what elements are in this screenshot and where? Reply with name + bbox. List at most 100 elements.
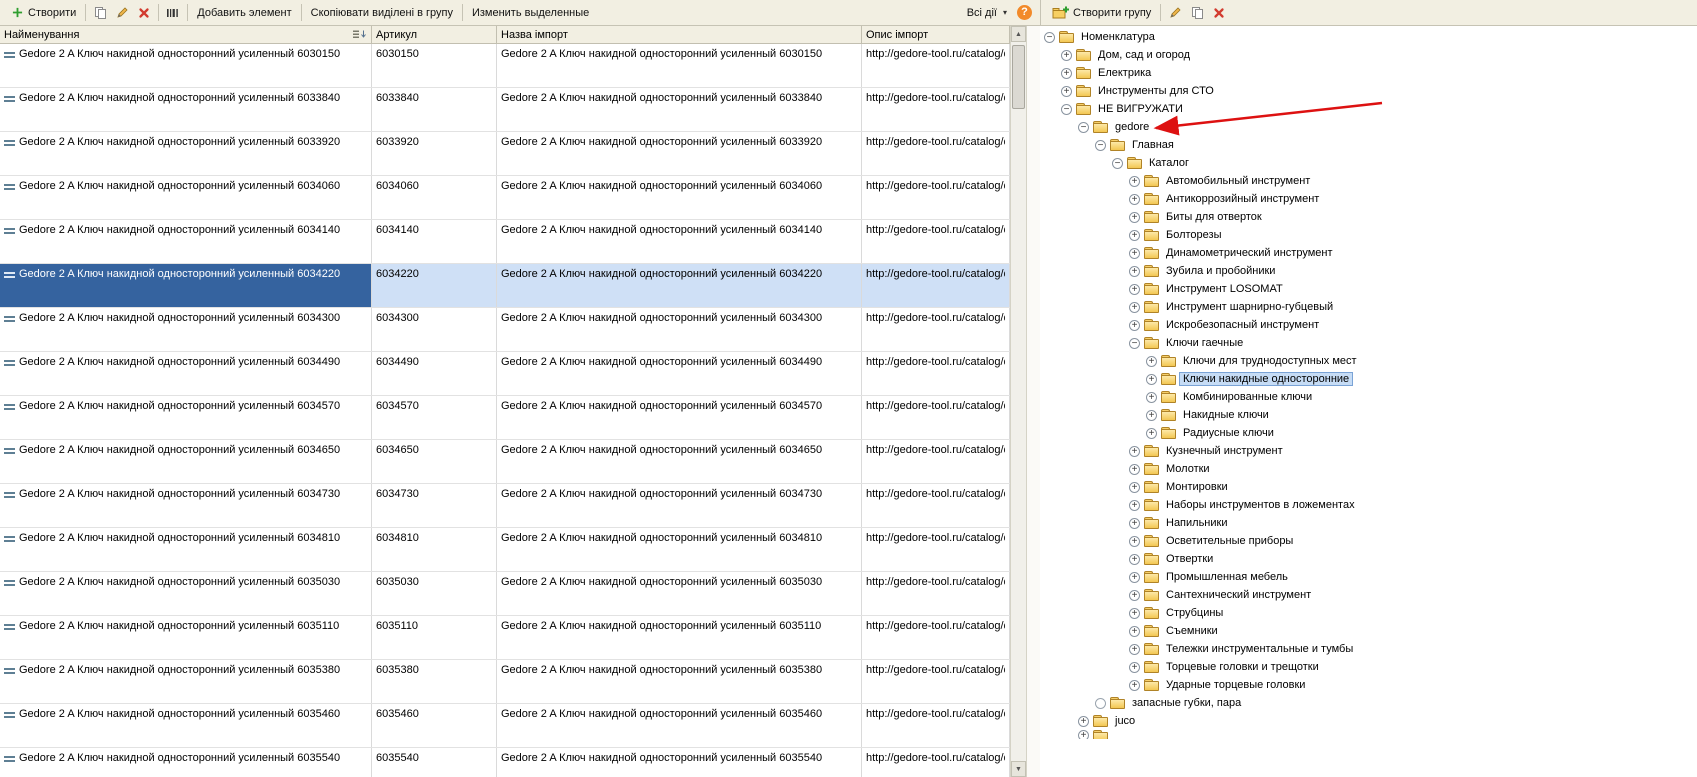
cell-import-desc[interactable]: http://gedore-tool.ru/catalog/d... <box>862 484 1010 527</box>
edit-selected-button[interactable]: Изменить выделенные <box>466 4 595 22</box>
cell-import-desc[interactable]: http://gedore-tool.ru/catalog/d... <box>862 572 1010 615</box>
tree-item[interactable]: + Наборы инструментов в ложементах <box>1040 496 1697 514</box>
expand-icon[interactable]: + <box>1129 535 1140 547</box>
expand-icon[interactable]: + <box>1129 607 1140 619</box>
copy-selected-to-group-button[interactable]: Скопіювати виділені в групу <box>305 4 459 22</box>
tree-item[interactable]: + Кузнечный инструмент <box>1040 442 1697 460</box>
histogram-button[interactable] <box>162 3 184 23</box>
tree-item[interactable]: + Динамометрический инструмент <box>1040 244 1697 262</box>
cell-import-desc[interactable]: http://gedore-tool.ru/catalog/d... <box>862 220 1010 263</box>
cell-article[interactable]: 6035380 <box>372 660 497 703</box>
cell-import-desc[interactable]: http://gedore-tool.ru/catalog/d... <box>862 396 1010 439</box>
cell-name[interactable]: Gedore 2 A Ключ накидной односторонний у… <box>0 352 372 395</box>
cell-name[interactable]: Gedore 2 A Ключ накидной односторонний у… <box>0 308 372 351</box>
cell-name[interactable]: Gedore 2 A Ключ накидной односторонний у… <box>0 44 372 87</box>
cell-import-name[interactable]: Gedore 2 A Ключ накидной односторонний у… <box>497 572 862 615</box>
cell-import-name[interactable]: Gedore 2 A Ключ накидной односторонний у… <box>497 220 862 263</box>
cell-import-name[interactable]: Gedore 2 A Ключ накидной односторонний у… <box>497 440 862 483</box>
panel-splitter[interactable] <box>1027 26 1040 777</box>
tree-item[interactable]: + Инструмент LOSOMAT <box>1040 280 1697 298</box>
expand-icon[interactable]: + <box>1129 229 1140 241</box>
cell-name[interactable]: Gedore 2 A Ключ накидной односторонний у… <box>0 704 372 747</box>
column-header-name[interactable]: Найменування <box>0 26 372 43</box>
tree-item[interactable]: + Ключи накидные односторонние <box>1040 370 1697 388</box>
cell-article[interactable]: 6034490 <box>372 352 497 395</box>
cell-import-name[interactable]: Gedore 2 A Ключ накидной односторонний у… <box>497 704 862 747</box>
scrollbar-thumb[interactable] <box>1012 45 1025 109</box>
cell-import-name[interactable]: Gedore 2 A Ключ накидной односторонний у… <box>497 264 862 307</box>
tree-item[interactable]: + Осветительные приборы <box>1040 532 1697 550</box>
cell-import-name[interactable]: Gedore 2 A Ключ накидной односторонний у… <box>497 616 862 659</box>
table-row[interactable]: Gedore 2 A Ключ накидной односторонний у… <box>0 528 1010 572</box>
expand-icon[interactable]: + <box>1129 211 1140 223</box>
cell-import-name[interactable]: Gedore 2 A Ключ накидной односторонний у… <box>497 484 862 527</box>
collapse-icon[interactable]: − <box>1112 157 1123 169</box>
delete-item-button[interactable] <box>133 3 155 23</box>
cell-article[interactable]: 6034650 <box>372 440 497 483</box>
cell-name[interactable]: Gedore 2 A Ключ накидной односторонний у… <box>0 440 372 483</box>
cell-import-name[interactable]: Gedore 2 A Ключ накидной односторонний у… <box>497 176 862 219</box>
tree-item[interactable]: − Каталог <box>1040 154 1697 172</box>
expand-icon[interactable]: + <box>1146 427 1157 439</box>
cell-name[interactable]: Gedore 2 A Ключ накидной односторонний у… <box>0 528 372 571</box>
copy-group-button[interactable] <box>1186 3 1208 23</box>
cell-import-desc[interactable]: http://gedore-tool.ru/catalog/d... <box>862 264 1010 307</box>
cell-import-desc[interactable]: http://gedore-tool.ru/catalog/d... <box>862 132 1010 175</box>
table-row[interactable]: Gedore 2 A Ключ накидной односторонний у… <box>0 44 1010 88</box>
table-row[interactable]: Gedore 2 A Ключ накидной односторонний у… <box>0 88 1010 132</box>
tree-item[interactable]: − НЕ ВИГРУЖАТИ <box>1040 100 1697 118</box>
cell-name[interactable]: Gedore 2 A Ключ накидной односторонний у… <box>0 396 372 439</box>
tree-item[interactable]: − Ключи гаечные <box>1040 334 1697 352</box>
expand-icon[interactable]: + <box>1129 481 1140 493</box>
expand-icon[interactable]: + <box>1146 409 1157 421</box>
edit-group-button[interactable] <box>1164 3 1186 23</box>
cell-name[interactable]: Gedore 2 A Ключ накидной односторонний у… <box>0 748 372 777</box>
expand-icon[interactable]: + <box>1129 175 1140 187</box>
tree-item[interactable]: + Накидные ключи <box>1040 406 1697 424</box>
expand-icon[interactable]: + <box>1129 679 1140 691</box>
expand-icon[interactable]: + <box>1129 463 1140 475</box>
expand-icon[interactable]: + <box>1129 643 1140 655</box>
table-row[interactable]: Gedore 2 A Ключ накидной односторонний у… <box>0 396 1010 440</box>
cell-import-desc[interactable]: http://gedore-tool.ru/catalog/d... <box>862 660 1010 703</box>
cell-import-desc[interactable]: http://gedore-tool.ru/catalog/d... <box>862 528 1010 571</box>
expand-icon[interactable]: + <box>1129 625 1140 637</box>
table-row[interactable]: Gedore 2 A Ключ накидной односторонний у… <box>0 660 1010 704</box>
table-row[interactable]: Gedore 2 A Ключ накидной односторонний у… <box>0 704 1010 748</box>
cell-article[interactable]: 6035540 <box>372 748 497 777</box>
cell-import-name[interactable]: Gedore 2 A Ключ накидной односторонний у… <box>497 44 862 87</box>
tree-item[interactable]: + Отвертки <box>1040 550 1697 568</box>
expand-icon[interactable]: + <box>1061 49 1072 61</box>
cell-import-name[interactable]: Gedore 2 A Ключ накидной односторонний у… <box>497 396 862 439</box>
add-element-button[interactable]: Добавить элемент <box>191 4 297 22</box>
tree-item[interactable]: + Напильники <box>1040 514 1697 532</box>
expand-icon[interactable]: + <box>1129 283 1140 295</box>
expand-icon[interactable]: + <box>1129 589 1140 601</box>
collapse-icon[interactable]: − <box>1078 121 1089 133</box>
cell-article[interactable]: 6034730 <box>372 484 497 527</box>
expand-icon[interactable]: + <box>1129 265 1140 277</box>
tree-item[interactable]: запасные губки, пара <box>1040 694 1697 712</box>
tree-item[interactable]: − Номенклатура <box>1040 28 1697 46</box>
table-row[interactable]: Gedore 2 A Ключ накидной односторонний у… <box>0 220 1010 264</box>
expand-icon[interactable]: + <box>1061 67 1072 79</box>
tree-item[interactable]: − Главная <box>1040 136 1697 154</box>
tree-item[interactable]: − gedore <box>1040 118 1697 136</box>
copy-item-button[interactable] <box>89 3 111 23</box>
cell-article[interactable]: 6030150 <box>372 44 497 87</box>
tree-item[interactable]: + Антикоррозийный инструмент <box>1040 190 1697 208</box>
tree-item[interactable]: + Струбцины <box>1040 604 1697 622</box>
tree-item[interactable]: + Комбинированные ключи <box>1040 388 1697 406</box>
expand-icon[interactable]: + <box>1129 319 1140 331</box>
cell-name[interactable]: Gedore 2 A Ключ накидной односторонний у… <box>0 88 372 131</box>
collapse-icon[interactable]: − <box>1061 103 1072 115</box>
cell-import-name[interactable]: Gedore 2 A Ключ накидной односторонний у… <box>497 132 862 175</box>
tree-item-partial[interactable]: + <box>1040 730 1697 739</box>
expand-icon[interactable]: + <box>1129 661 1140 673</box>
tree-item[interactable]: + Промышленная мебель <box>1040 568 1697 586</box>
expand-icon[interactable]: + <box>1129 517 1140 529</box>
cell-name[interactable]: Gedore 2 A Ключ накидной односторонний у… <box>0 660 372 703</box>
table-row[interactable]: Gedore 2 A Ключ накидной односторонний у… <box>0 484 1010 528</box>
cell-name[interactable]: Gedore 2 A Ключ накидной односторонний у… <box>0 264 372 307</box>
expand-icon[interactable]: + <box>1129 553 1140 565</box>
